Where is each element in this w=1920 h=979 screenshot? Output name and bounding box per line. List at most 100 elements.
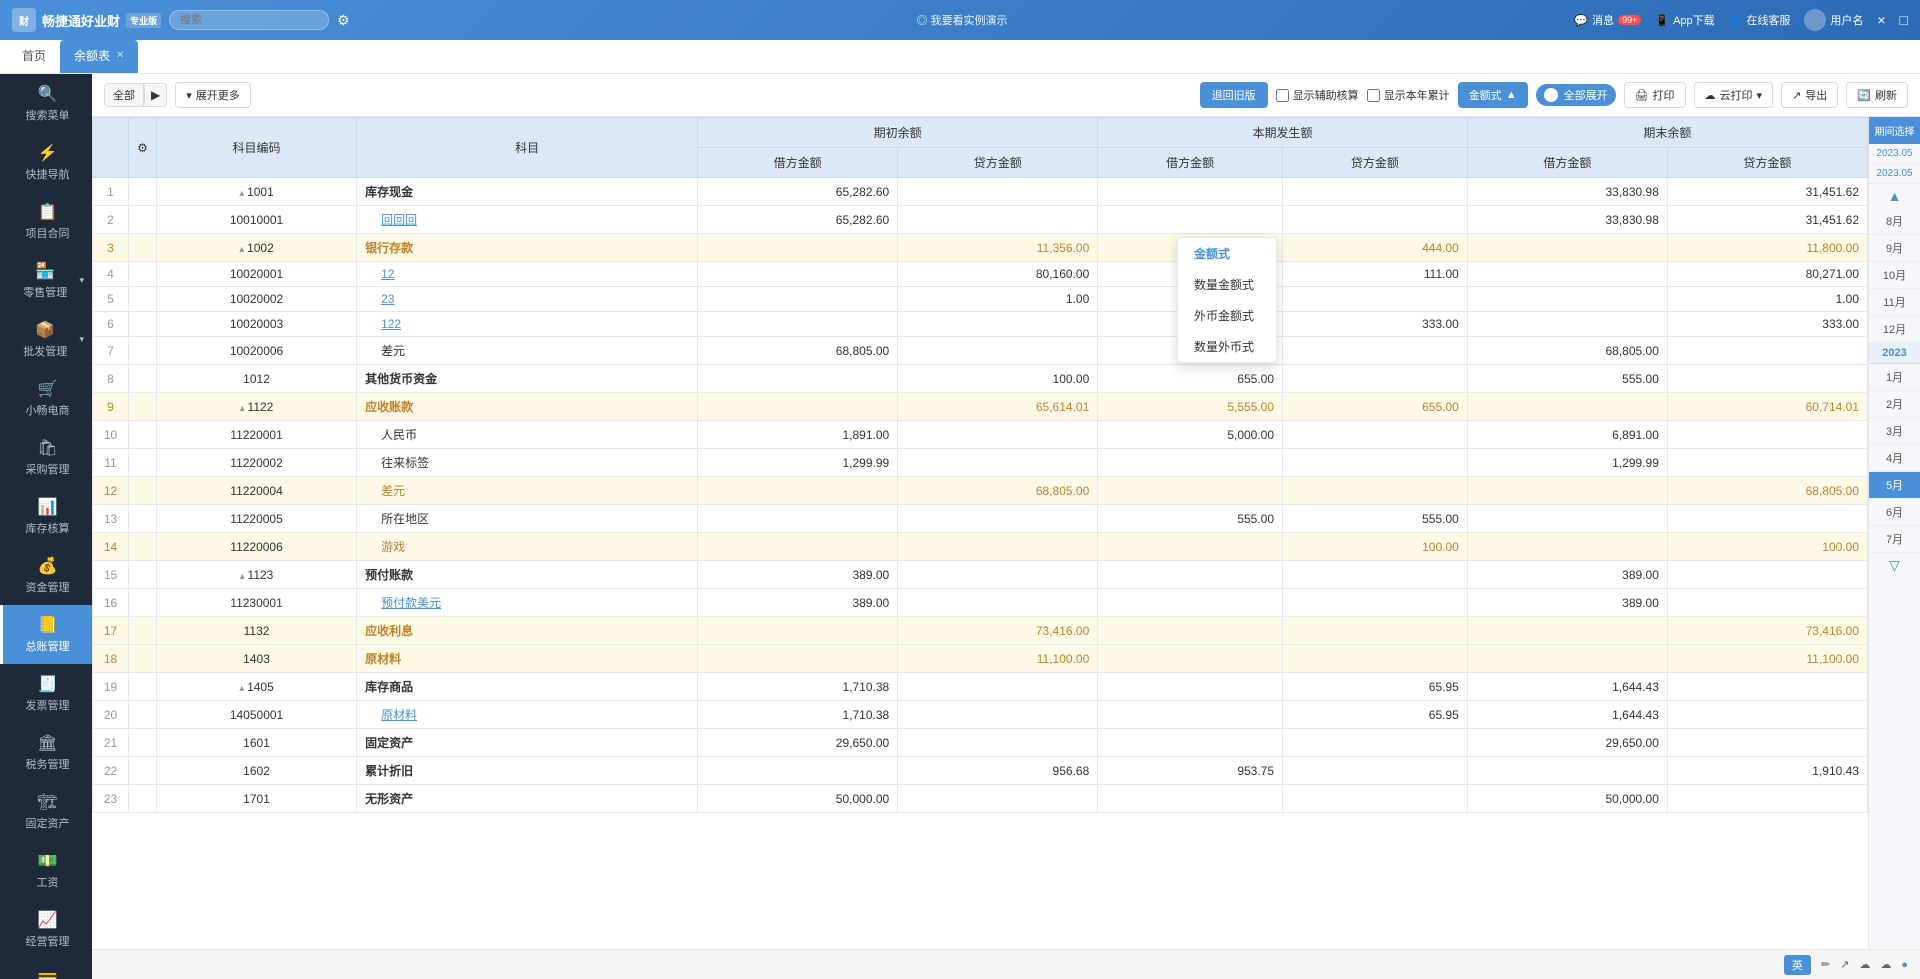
- upload-icon[interactable]: ↗: [1840, 958, 1849, 971]
- export-btn[interactable]: ↗ 导出: [1781, 82, 1838, 108]
- right-panel-header: 期间选择: [1869, 117, 1920, 144]
- sidebar-item-purchase-label: 采购管理: [9, 461, 86, 477]
- sidebar-item-purchase[interactable]: 🛍 采购管理: [0, 428, 92, 487]
- dropdown-qty-foreign[interactable]: 数量外币式: [1178, 331, 1276, 362]
- date-7[interactable]: 7月: [1869, 526, 1920, 553]
- sidebar-item-operations[interactable]: 📈 经营管理: [0, 900, 92, 959]
- row-opening-credit: [898, 561, 1098, 589]
- filter-arrow[interactable]: ▶: [144, 85, 166, 105]
- row-code: 11220004: [157, 477, 357, 505]
- sidebar-item-inventory[interactable]: 📊 库存核算: [0, 487, 92, 546]
- date-2[interactable]: 2月: [1869, 391, 1920, 418]
- ytd-checkbox-input[interactable]: [1367, 89, 1380, 102]
- sidebar-item-search[interactable]: 🔍 搜索菜单: [0, 74, 92, 133]
- date-10[interactable]: 10月: [1869, 262, 1920, 289]
- date-year-2023[interactable]: 2023: [1869, 343, 1920, 364]
- amount-style-btn[interactable]: 金额式 ▲: [1458, 82, 1528, 108]
- tab-balance[interactable]: 余额表 ✕: [60, 40, 138, 73]
- date-11[interactable]: 11月: [1869, 289, 1920, 316]
- dropdown-foreign-amount[interactable]: 外币金额式: [1178, 300, 1276, 331]
- sidebar-item-tax[interactable]: 🏛 税务管理: [0, 723, 92, 782]
- cloud-print-arrow: ▾: [1757, 89, 1763, 102]
- demo-text[interactable]: ◎ 我要看实例演示: [916, 12, 1007, 28]
- user-avatar: [1804, 9, 1826, 31]
- row-closing-debit: 33,830.98: [1467, 178, 1667, 206]
- row-period-debit: 5,000.00: [1098, 421, 1283, 449]
- date-nav-up[interactable]: ▲: [1869, 184, 1920, 208]
- sidebar-item-quicknav[interactable]: ⚡ 快捷导航: [0, 133, 92, 192]
- row-name[interactable]: 回回回: [357, 206, 698, 234]
- show-auxiliary-checkbox[interactable]: 显示辅助核算: [1276, 87, 1359, 103]
- row-settings: [129, 449, 157, 477]
- row-settings: [129, 262, 157, 287]
- cloud-icon1[interactable]: ☁: [1859, 958, 1870, 971]
- dropdown-qty-amount[interactable]: 数量金额式: [1178, 269, 1276, 300]
- sidebar-item-assets[interactable]: 🏗 固定资产: [0, 782, 92, 841]
- tab-balance-close[interactable]: ✕: [116, 50, 124, 61]
- window-expand-btn[interactable]: □: [1900, 12, 1908, 28]
- date-nav-down[interactable]: ▽: [1869, 553, 1920, 578]
- row-settings: [129, 312, 157, 337]
- row-period-debit: [1098, 206, 1283, 234]
- sidebar-item-invoice[interactable]: 🧾 发票管理: [0, 664, 92, 723]
- window-close-btn[interactable]: ×: [1877, 12, 1885, 28]
- row-period-debit: [1098, 533, 1283, 561]
- sidebar-item-retail[interactable]: 🏪 零售管理 ▾: [0, 251, 92, 310]
- table-row: 510020002231.001.00: [93, 287, 1868, 312]
- date-5[interactable]: 5月: [1869, 472, 1920, 499]
- row-closing-credit: [1667, 365, 1867, 393]
- col-opening-debit: 借方金额: [698, 148, 898, 178]
- sidebar-item-sales[interactable]: 💳 小畅报销: [0, 959, 92, 979]
- row-name[interactable]: 23: [357, 287, 698, 312]
- online-service-btn[interactable]: 👤 在线客服: [1729, 12, 1791, 28]
- row-closing-credit: 1,910.43: [1667, 757, 1867, 785]
- message-btn[interactable]: 💬 消息 99+: [1574, 12, 1641, 28]
- sidebar-item-ledger[interactable]: 📒 总账管理: [0, 605, 92, 664]
- date-9[interactable]: 9月: [1869, 235, 1920, 262]
- sidebar-item-ecommerce[interactable]: 🛒 小畅电商: [0, 369, 92, 428]
- expand-more-btn[interactable]: ▾ 展开更多: [175, 82, 251, 108]
- cloud-icon2[interactable]: ☁: [1880, 958, 1891, 971]
- dropdown-amount[interactable]: 金额式: [1178, 238, 1276, 269]
- auxiliary-checkbox-input[interactable]: [1276, 89, 1289, 102]
- date-8[interactable]: 8月: [1869, 208, 1920, 235]
- table-wrapper: ⚙ 科目编码 科目 期初余额 本期发生额 期末余额 借方金额 贷方金额 借方金额…: [92, 117, 1868, 949]
- date-12[interactable]: 12月: [1869, 316, 1920, 343]
- row-name[interactable]: 122: [357, 312, 698, 337]
- col-settings[interactable]: ⚙: [129, 118, 157, 178]
- app-name: 畅捷通好业财: [42, 11, 120, 30]
- row-closing-debit: 1,644.43: [1467, 673, 1667, 701]
- user-info[interactable]: 用户名: [1804, 9, 1863, 31]
- table-row: 181403原材料11,100.0011,100.00: [93, 645, 1868, 673]
- back-btn[interactable]: 退回旧版: [1200, 82, 1268, 108]
- dot-icon: ●: [1901, 959, 1908, 971]
- tab-home[interactable]: 首页: [8, 40, 60, 73]
- date-4[interactable]: 4月: [1869, 445, 1920, 472]
- date-6[interactable]: 6月: [1869, 499, 1920, 526]
- expand-all-toggle[interactable]: 全部展开: [1536, 84, 1616, 106]
- print-btn[interactable]: 🖨 打印: [1624, 82, 1686, 108]
- show-ytd-checkbox[interactable]: 显示本年累计: [1367, 87, 1450, 103]
- table-row: 1311220005所在地区555.00555.00: [93, 505, 1868, 533]
- lang-btn[interactable]: 英: [1784, 955, 1811, 975]
- sidebar-item-finance[interactable]: 💰 资金管理: [0, 546, 92, 605]
- settings-icon-top[interactable]: ⚙: [337, 12, 350, 29]
- sidebar-item-salary[interactable]: 💵 工资: [0, 841, 92, 900]
- row-name[interactable]: 12: [357, 262, 698, 287]
- edit-icon[interactable]: ✏: [1821, 958, 1830, 971]
- app-download-btn[interactable]: 📱 App下载: [1655, 12, 1714, 28]
- sidebar-item-wholesale[interactable]: 📦 批发管理 ▾: [0, 310, 92, 369]
- row-period-credit: [1283, 589, 1468, 617]
- row-name[interactable]: 原材料: [357, 701, 698, 729]
- row-period-credit: 65.95: [1283, 673, 1468, 701]
- refresh-label: 刷新: [1875, 87, 1897, 103]
- all-filter-btn[interactable]: 全部: [105, 84, 144, 106]
- cloud-print-btn[interactable]: ☁ 云打印 ▾: [1694, 82, 1774, 108]
- date-1[interactable]: 1月: [1869, 364, 1920, 391]
- row-name[interactable]: 预付款美元: [357, 589, 698, 617]
- sidebar-item-contract[interactable]: 📋 项目合同: [0, 192, 92, 251]
- table-row: 19▴ 1405库存商品1,710.3865.951,644.43: [93, 673, 1868, 701]
- refresh-btn[interactable]: 🔄 刷新: [1846, 82, 1908, 108]
- top-search-input[interactable]: [169, 10, 329, 30]
- date-3[interactable]: 3月: [1869, 418, 1920, 445]
